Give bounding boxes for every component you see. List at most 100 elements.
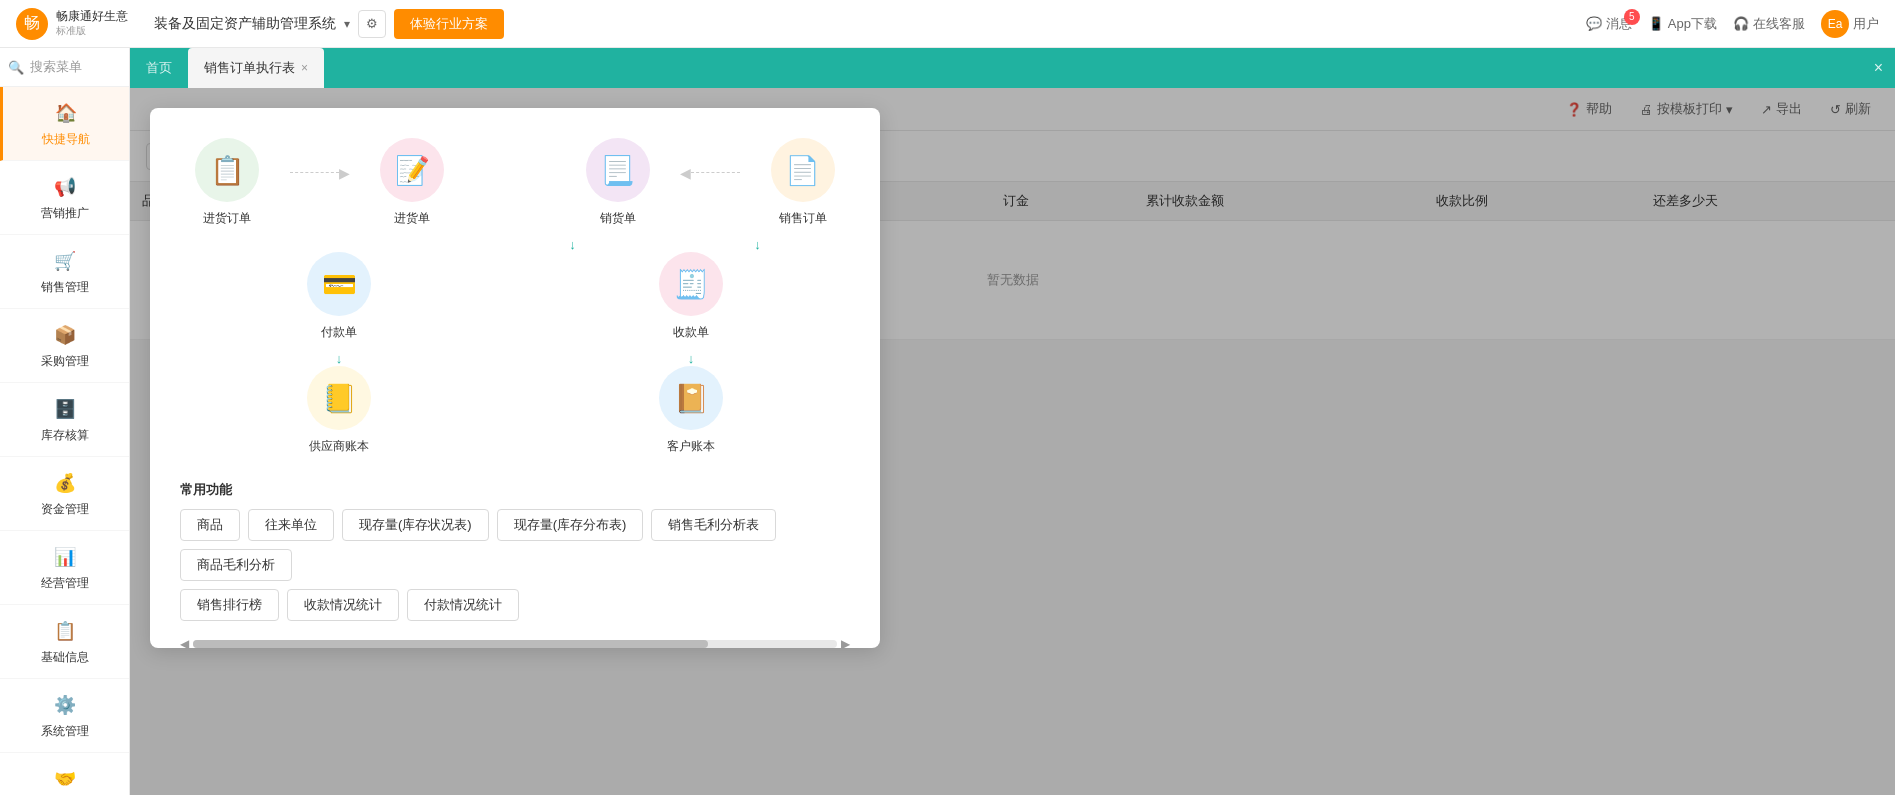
sales-bill-icon: 📃 (600, 154, 635, 187)
message-icon-item[interactable]: 💬 消息 5 (1586, 15, 1632, 33)
func-btn-goods[interactable]: 商品 (180, 509, 240, 541)
online-service-label: 在线客服 (1753, 15, 1805, 33)
finance-icon: 💰 (51, 469, 79, 497)
app-download-icon: 📱 (1648, 16, 1664, 31)
flow-node-sales-order[interactable]: 📄 销售订单 (771, 138, 835, 227)
search-label: 搜索菜单 (30, 58, 82, 76)
sidebar-item-enterprise[interactable]: 🤝 企业协同 (0, 753, 129, 795)
app-download-item[interactable]: 📱 App下载 (1648, 15, 1717, 33)
flow-down-arrows-2: ↓ ↓ (180, 351, 850, 366)
flow-node-customer[interactable]: 📔 客户账本 (659, 366, 723, 455)
system-dropdown-btn[interactable]: ▾ (344, 17, 350, 31)
scrollbar-left-arrow[interactable]: ◀ (180, 637, 189, 648)
flow-node-purchase-bill[interactable]: 📝 进货单 (380, 138, 444, 227)
common-functions-title: 常用功能 (180, 481, 850, 499)
logo-area: 畅 畅康通好生意 标准版 (16, 8, 146, 40)
func-buttons-row2: 销售排行榜 收款情况统计 付款情况统计 (180, 589, 850, 621)
flow-diagram: 📋 进货订单 ▶ (180, 138, 850, 465)
sales-order-icon: 📄 (785, 154, 820, 187)
scrollbar-track[interactable] (193, 640, 837, 648)
payment-icon: 💳 (322, 268, 357, 301)
sales-bill-label: 销货单 (600, 210, 636, 227)
flow-node-supplier[interactable]: 📒 供应商账本 (307, 366, 371, 455)
func-btn-partner[interactable]: 往来单位 (248, 509, 334, 541)
flow-node-purchase-order[interactable]: 📋 进货订单 (195, 138, 259, 227)
user-avatar: Ea (1821, 10, 1849, 38)
supplier-circle: 📒 (307, 366, 371, 430)
logo-icon: 畅 (16, 8, 48, 40)
operations-label: 经营管理 (41, 575, 89, 592)
supplier-icon: 📒 (322, 382, 357, 415)
func-btn-payment-stats[interactable]: 付款情况统计 (407, 589, 519, 621)
sidebar-item-inventory[interactable]: 🗄️ 库存核算 (0, 383, 129, 457)
flow-node-sales-bill[interactable]: 📃 销货单 (586, 138, 650, 227)
sidebar-item-marketing[interactable]: 📢 营销推广 (0, 161, 129, 235)
receipt-label: 收款单 (673, 324, 709, 341)
finance-label: 资金管理 (41, 501, 89, 518)
purchase-order-circle: 📋 (195, 138, 259, 202)
customer-label: 客户账本 (667, 438, 715, 455)
func-btn-sales-rank[interactable]: 销售排行榜 (180, 589, 279, 621)
func-btn-sales-profit[interactable]: 销售毛利分析表 (651, 509, 776, 541)
func-btn-receipt-stats[interactable]: 收款情况统计 (287, 589, 399, 621)
flow-row-2: 💳 付款单 🧾 收款单 (180, 252, 850, 341)
app-download-label: App下载 (1668, 15, 1717, 33)
sidebar-item-system[interactable]: ⚙️ 系统管理 (0, 679, 129, 753)
func-btn-goods-profit[interactable]: 商品毛利分析 (180, 549, 292, 581)
sidebar: 🔍 搜索菜单 🏠 快捷导航 📢 营销推广 🛒 销售管理 📦 采购管理 🗄️ 库存… (0, 48, 130, 795)
customer-icon: 📔 (674, 382, 709, 415)
flow-node-payment[interactable]: 💳 付款单 (307, 252, 371, 341)
system-icon: ⚙️ (51, 691, 79, 719)
sidebar-item-operations[interactable]: 📊 经营管理 (0, 531, 129, 605)
sidebar-item-quick-nav[interactable]: 🏠 快捷导航 (0, 87, 129, 161)
settings-gear-btn[interactable]: ⚙ (358, 10, 386, 38)
spacer-da2 (465, 351, 565, 366)
header-right: 💬 消息 5 📱 App下载 🎧 在线客服 Ea 用户 (1586, 10, 1879, 38)
sales-label: 销售管理 (41, 279, 89, 296)
receipt-circle: 🧾 (659, 252, 723, 316)
tab-bar-close-right[interactable]: × (1874, 59, 1883, 77)
purchase-bill-icon: 📝 (395, 154, 430, 187)
operations-icon: 📊 (51, 543, 79, 571)
purchase-order-icon: 📋 (210, 154, 245, 187)
base-info-icon: 📋 (51, 617, 79, 645)
tab-sales-order[interactable]: 销售订单执行表 × (188, 48, 324, 88)
common-functions: 常用功能 商品 往来单位 现存量(库存状况表) 现存量(库存分布表) 销售毛利分… (180, 481, 850, 621)
main-layout: 🔍 搜索菜单 🏠 快捷导航 📢 营销推广 🛒 销售管理 📦 采购管理 🗄️ 库存… (0, 48, 1895, 795)
arrow-so-sb: ◀ (680, 165, 740, 181)
user-name: 用户 (1853, 15, 1879, 33)
experience-btn[interactable]: 体验行业方案 (394, 9, 504, 39)
popup-overlay[interactable]: 📋 进货订单 ▶ (130, 88, 1895, 795)
system-title-area: 装备及固定资产辅助管理系统 ▾ ⚙ 体验行业方案 (154, 9, 504, 39)
scrollbar-thumb (193, 640, 708, 648)
inventory-icon: 🗄️ (51, 395, 79, 423)
system-label: 系统管理 (41, 723, 89, 740)
sales-order-label: 销售订单 (779, 210, 827, 227)
logo-text-block: 畅康通好生意 标准版 (56, 9, 128, 39)
func-btn-stock-dist[interactable]: 现存量(库存分布表) (497, 509, 644, 541)
func-btn-stock-status[interactable]: 现存量(库存状况表) (342, 509, 489, 541)
flow-row-3: 📒 供应商账本 📔 客户账本 (180, 366, 850, 455)
flow-down-arrows-1: ↓ ↓ (180, 237, 850, 252)
content-area: 首页 销售订单执行表 × × ❓ 帮助 🖨 按模板打印 ▾ (130, 48, 1895, 795)
sidebar-item-finance[interactable]: 💰 资金管理 (0, 457, 129, 531)
online-service-item[interactable]: 🎧 在线客服 (1733, 15, 1805, 33)
tab-sales-order-label: 销售订单执行表 (204, 59, 295, 77)
payment-circle: 💳 (307, 252, 371, 316)
tab-close-btn[interactable]: × (301, 61, 308, 75)
sidebar-search[interactable]: 🔍 搜索菜单 (0, 48, 129, 87)
tab-home-label: 首页 (146, 59, 172, 77)
purchase-order-label: 进货订单 (203, 210, 251, 227)
message-icon: 💬 (1586, 16, 1602, 31)
sidebar-item-sales[interactable]: 🛒 销售管理 (0, 235, 129, 309)
flow-node-receipt[interactable]: 🧾 收款单 (659, 252, 723, 341)
sidebar-item-purchase[interactable]: 📦 采购管理 (0, 309, 129, 383)
user-avatar-item[interactable]: Ea 用户 (1821, 10, 1879, 38)
sales-icon: 🛒 (51, 247, 79, 275)
tab-home[interactable]: 首页 (130, 48, 188, 88)
enterprise-icon: 🤝 (51, 765, 79, 793)
arrow-po-pb: ▶ (290, 165, 350, 181)
marketing-icon: 📢 (51, 173, 79, 201)
scrollbar-right-arrow[interactable]: ▶ (841, 637, 850, 648)
sidebar-item-base-info[interactable]: 📋 基础信息 (0, 605, 129, 679)
